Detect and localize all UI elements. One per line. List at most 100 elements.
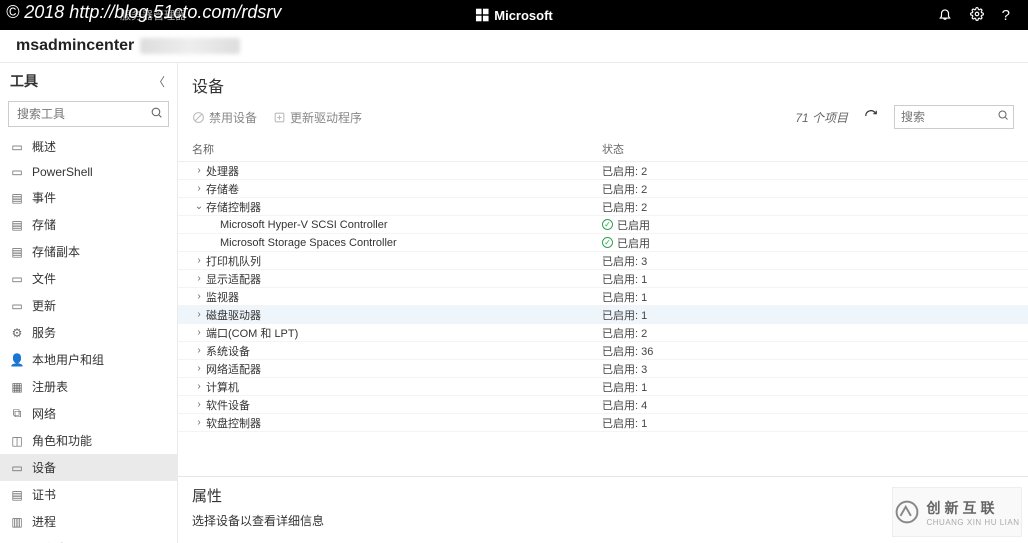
nav-item-icon: ▭ — [10, 461, 24, 475]
sidebar-title: 工具 — [10, 71, 38, 91]
nav-item-icon: ▭ — [10, 140, 24, 154]
device-status: 已启用: 36 — [602, 343, 1014, 359]
properties-hint: 选择设备以查看详细信息 — [192, 506, 1014, 529]
chevron-right-icon[interactable]: › — [192, 381, 206, 392]
nav-item-label: 角色和功能 — [32, 432, 92, 449]
device-group-row[interactable]: ›显示适配器已启用: 1 — [178, 270, 1028, 288]
chevron-right-icon[interactable]: › — [192, 309, 206, 320]
nav-item-label: 存储副本 — [32, 243, 80, 260]
device-status: 已启用: 2 — [602, 163, 1014, 179]
device-group-row[interactable]: ›存储卷已启用: 2 — [178, 180, 1028, 198]
nav-item-label: PowerShell — [32, 165, 93, 179]
update-label: 更新驱动程序 — [290, 109, 362, 126]
breadcrumb: msadmincenter — [0, 30, 1028, 62]
column-status[interactable]: 状态 — [602, 141, 1014, 157]
corner-watermark: 创新互联 CHUANG XIN HU LIAN — [892, 487, 1022, 537]
chevron-right-icon[interactable]: › — [192, 327, 206, 338]
disable-device-button[interactable]: 禁用设备 — [192, 109, 257, 126]
nav-item-label: 进程 — [32, 513, 56, 530]
device-status: 已启用: 3 — [602, 253, 1014, 269]
help-icon[interactable]: ? — [1002, 7, 1010, 24]
chevron-right-icon[interactable]: › — [192, 273, 206, 284]
sidebar-item[interactable]: ▦注册表 — [0, 373, 177, 400]
sidebar-item[interactable]: ◫ 角色和功能 — [0, 427, 177, 454]
properties-title: 属性 — [192, 485, 222, 506]
device-child-row[interactable]: Microsoft Storage Spaces Controller✓已启用 — [178, 234, 1028, 252]
device-group-row[interactable]: ›监视器已启用: 1 — [178, 288, 1028, 306]
sidebar-item[interactable]: ▤ 事件 — [0, 184, 177, 211]
chevron-right-icon[interactable]: › — [192, 183, 206, 194]
nav-item-icon: ⧉ — [10, 407, 24, 421]
notifications-icon[interactable] — [938, 7, 952, 24]
chevron-right-icon[interactable]: › — [192, 363, 206, 374]
device-list[interactable]: ›处理器已启用: 2›存储卷已启用: 2⌄存储控制器已启用: 2Microsof… — [178, 162, 1028, 476]
device-child-row[interactable]: Microsoft Hyper-V SCSI Controller✓已启用 — [178, 216, 1028, 234]
device-status: 已启用: 2 — [602, 199, 1014, 215]
device-group-row[interactable]: ›端口(COM 和 LPT)已启用: 2 — [178, 324, 1028, 342]
sidebar-item[interactable]: ▭更新 — [0, 292, 177, 319]
chevron-right-icon[interactable]: › — [192, 255, 206, 266]
nav-item-label: 存储 — [32, 216, 56, 233]
nav-item-icon: ◫ — [10, 434, 24, 448]
sidebar-item[interactable]: ▤存储 — [0, 211, 177, 238]
disable-icon — [192, 111, 205, 124]
nav-item-label: 概述 — [32, 138, 56, 155]
gear-icon[interactable] — [970, 7, 984, 24]
sidebar-item[interactable]: ⛶远程桌面 — [0, 535, 177, 543]
device-name: 显示适配器 — [206, 271, 602, 287]
device-group-row[interactable]: ›软件设备已启用: 4 — [178, 396, 1028, 414]
table-header: 名称 状态 — [178, 137, 1028, 162]
chevron-down-icon[interactable]: ⌄ — [192, 201, 206, 212]
content-search-input[interactable] — [894, 105, 1014, 129]
chevron-right-icon[interactable]: › — [192, 399, 206, 410]
sidebar-item[interactable]: ▭设备 — [0, 454, 177, 481]
refresh-icon[interactable] — [864, 109, 878, 126]
device-name: 计算机 — [206, 379, 602, 395]
server-name-blurred — [140, 38, 240, 54]
device-group-row[interactable]: ›打印机队列已启用: 3 — [178, 252, 1028, 270]
item-count: 71 个项目 — [795, 109, 848, 126]
sidebar-collapse-icon[interactable]: 〈 — [153, 73, 165, 90]
device-group-row[interactable]: ›计算机已启用: 1 — [178, 378, 1028, 396]
chevron-right-icon[interactable]: › — [192, 417, 206, 428]
chevron-right-icon[interactable]: › — [192, 345, 206, 356]
sidebar-item[interactable]: ▭ 文件 — [0, 265, 177, 292]
update-driver-button[interactable]: 更新驱动程序 — [273, 109, 362, 126]
sidebar-item[interactable]: ⚙服务 — [0, 319, 177, 346]
device-group-row[interactable]: ›软盘控制器已启用: 1 — [178, 414, 1028, 432]
device-name: Microsoft Hyper-V SCSI Controller — [220, 219, 602, 231]
column-name[interactable]: 名称 — [192, 141, 602, 157]
sidebar-search — [8, 101, 169, 127]
device-group-row[interactable]: ›系统设备已启用: 36 — [178, 342, 1028, 360]
device-group-row[interactable]: ›磁盘驱动器已启用: 1 — [178, 306, 1028, 324]
device-name: 存储卷 — [206, 181, 602, 197]
sidebar-item[interactable]: ▭ 概述 — [0, 133, 177, 160]
sidebar-item[interactable]: 👤本地用户和组 — [0, 346, 177, 373]
device-group-row[interactable]: ›网络适配器已启用: 3 — [178, 360, 1028, 378]
device-name: 网络适配器 — [206, 361, 602, 377]
nav-item-icon: ▤ — [10, 191, 24, 205]
sidebar-item[interactable]: ⧉ 网络 — [0, 400, 177, 427]
sidebar: 工具 〈 ▭概述▭PowerShell▤事件▤存储▤存储副本▭文件▭更新⚙服务👤… — [0, 63, 178, 543]
search-icon[interactable] — [150, 106, 163, 122]
search-icon[interactable] — [997, 109, 1009, 124]
sidebar-item[interactable]: ▥进程 — [0, 508, 177, 535]
nav-item-icon: ▤ — [10, 488, 24, 502]
nav-item-label: 事件 — [32, 189, 56, 206]
sidebar-item[interactable]: ▤存储副本 — [0, 238, 177, 265]
nav-item-icon: ▭ — [10, 272, 24, 286]
chevron-right-icon[interactable]: › — [192, 165, 206, 176]
sidebar-item[interactable]: ▤证书 — [0, 481, 177, 508]
nav-item-icon: 👤 — [10, 353, 24, 367]
nav-item-label: 网络 — [32, 405, 56, 422]
sidebar-item[interactable]: ▭PowerShell — [0, 160, 177, 184]
nav-item-label: 文件 — [32, 270, 56, 287]
device-name: 软盘控制器 — [206, 415, 602, 431]
device-name: 系统设备 — [206, 343, 602, 359]
device-group-row[interactable]: ›处理器已启用: 2 — [178, 162, 1028, 180]
device-group-row[interactable]: ⌄存储控制器已启用: 2 — [178, 198, 1028, 216]
chevron-right-icon[interactable]: › — [192, 291, 206, 302]
device-name: 监视器 — [206, 289, 602, 305]
device-status: ✓已启用 — [602, 235, 1014, 251]
sidebar-search-input[interactable] — [8, 101, 169, 127]
